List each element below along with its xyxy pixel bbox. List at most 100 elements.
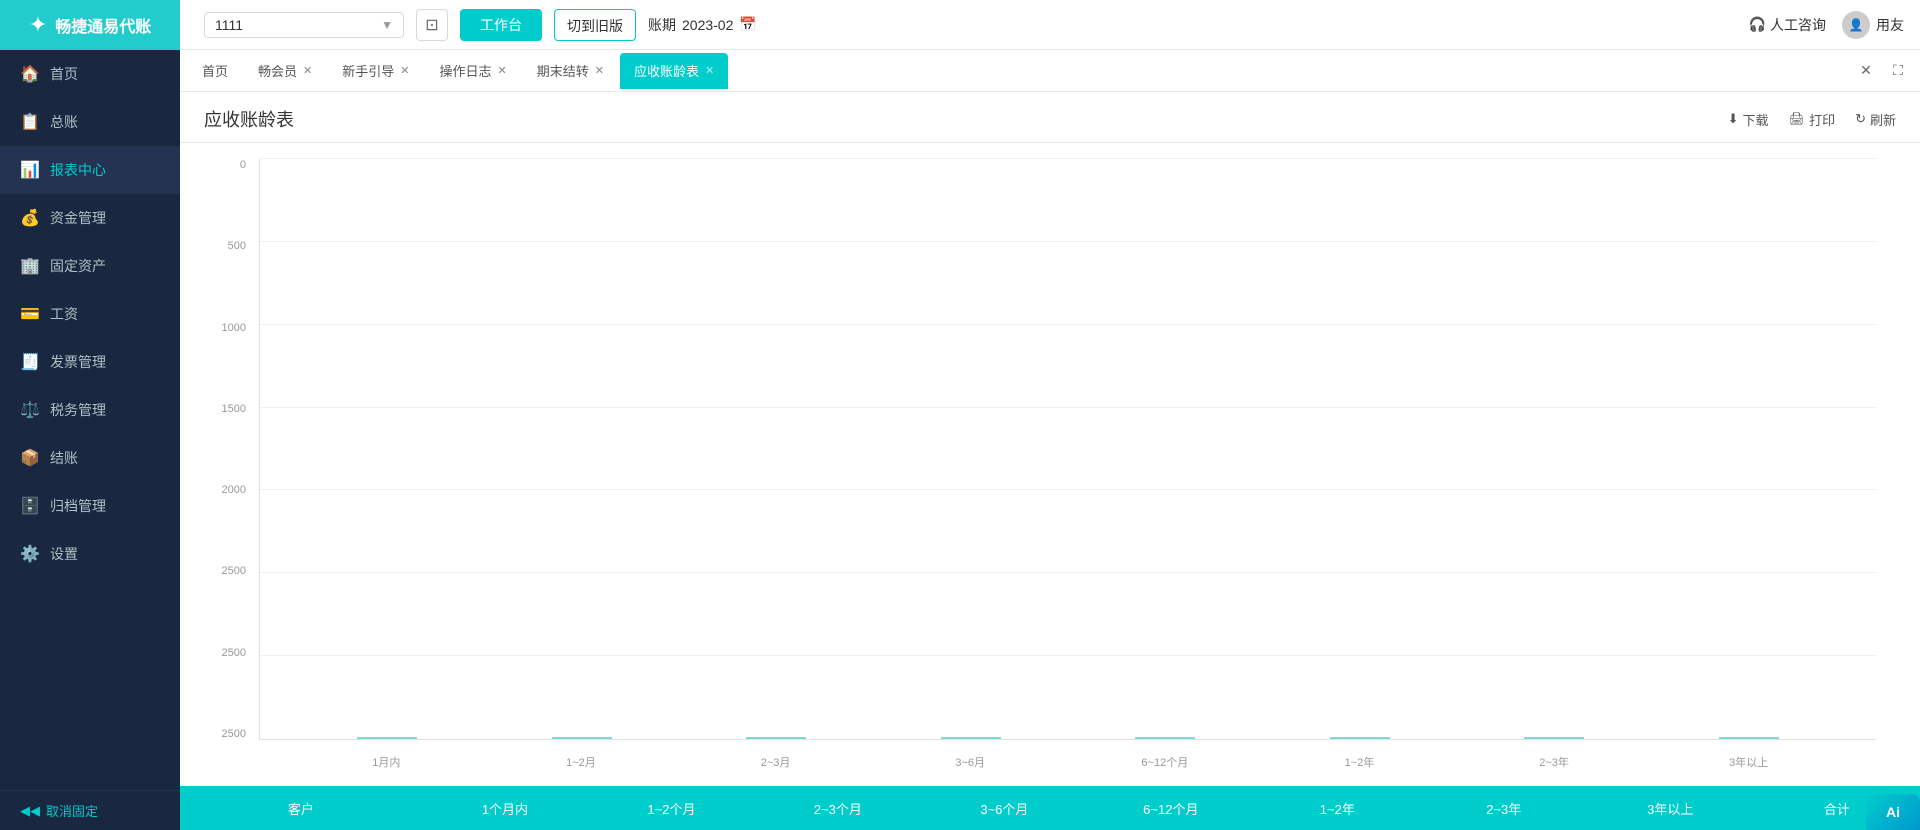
logo-text: 畅捷通易代账 xyxy=(55,13,151,37)
bar-3yr xyxy=(1719,737,1779,739)
content-area: 首页 畅会员 ✕ 新手引导 ✕ 操作日志 ✕ 期末结转 ✕ 应收账龄表 ✕ xyxy=(180,50,1920,830)
sidebar-item-settings[interactable]: ⚙️ 设置 xyxy=(0,530,180,578)
sidebar-item-archive[interactable]: 🗄️ 归档管理 xyxy=(0,482,180,530)
bar-group-1-2 xyxy=(552,737,612,739)
close-all-button[interactable]: ✕ xyxy=(1852,57,1880,85)
sidebar-label-tax: 税务管理 xyxy=(50,400,106,420)
sidebar-scroll: 🏠 首页 📋 总账 📊 报表中心 💰 资金管理 🏢 固定资产 💳 工资 xyxy=(0,50,180,790)
close-icon-period-end[interactable]: ✕ xyxy=(595,64,604,77)
company-name: 1111 xyxy=(215,17,375,33)
y-axis: 2500 2500 2500 2000 1500 1000 500 0 xyxy=(204,159,254,740)
cancel-pin[interactable]: ◀◀ 取消固定 xyxy=(0,790,180,830)
bar-group-3yr xyxy=(1719,737,1779,739)
sidebar-item-invoice[interactable]: 🧾 发票管理 xyxy=(0,338,180,386)
salary-icon: 💳 xyxy=(20,304,40,324)
page-title: 应收账龄表 xyxy=(204,106,294,132)
download-button[interactable]: ⬇ 下载 xyxy=(1728,110,1769,129)
th-1-2m: 1~2个月 xyxy=(588,799,754,818)
checkout-icon: 📦 xyxy=(20,448,40,468)
th-3yr: 3年以上 xyxy=(1587,799,1753,818)
page-content: 应收账龄表 ⬇ 下载 🖨 打印 ↻ 刷新 xyxy=(180,92,1920,830)
invoice-icon: 🧾 xyxy=(20,352,40,372)
y-label-500: 500 xyxy=(204,240,254,252)
company-selector[interactable]: 1111 ▼ xyxy=(204,12,404,38)
print-button[interactable]: 🖨 打印 xyxy=(1789,110,1836,129)
chart-area: 2500 2500 2500 2000 1500 1000 500 0 xyxy=(180,143,1920,786)
bar-3-6 xyxy=(941,737,1001,739)
y-label-2500b: 2500 xyxy=(204,647,254,659)
tab-log[interactable]: 操作日志 ✕ xyxy=(425,53,520,89)
table-header: 客户 1个月内 1~2个月 2~3个月 3~6个月 6~12个月 1~2年 2~… xyxy=(180,786,1920,830)
user-area[interactable]: 👤 用友 xyxy=(1842,11,1904,39)
x-label-1-2yr: 1~2年 xyxy=(1329,745,1389,770)
top-header: ✦ 畅捷通易代账 1111 ▼ ⊡ 工作台 切到旧版 账期 2023-02 📅 … xyxy=(0,0,1920,50)
bar-group-6-12 xyxy=(1135,737,1195,739)
reports-icon: 📊 xyxy=(20,160,40,180)
tab-member[interactable]: 畅会员 ✕ xyxy=(244,53,326,89)
home-icon: 🏠 xyxy=(20,64,40,84)
tab-label-guide: 新手引导 xyxy=(342,61,394,80)
sidebar-item-reports[interactable]: 📊 报表中心 xyxy=(0,146,180,194)
y-label-2500a: 2500 xyxy=(204,565,254,577)
sidebar-item-assets[interactable]: 🏢 固定资产 xyxy=(0,242,180,290)
refresh-label: 刷新 xyxy=(1870,110,1896,129)
tab-period-end[interactable]: 期末结转 ✕ xyxy=(523,53,618,89)
sidebar-item-ledger[interactable]: 📋 总账 xyxy=(0,98,180,146)
tab-bar: 首页 畅会员 ✕ 新手引导 ✕ 操作日志 ✕ 期末结转 ✕ 应收账龄表 ✕ xyxy=(180,50,1920,92)
close-icon-member[interactable]: ✕ xyxy=(303,64,312,77)
sidebar-item-funds[interactable]: 💰 资金管理 xyxy=(0,194,180,242)
refresh-button[interactable]: ↻ 刷新 xyxy=(1855,110,1896,129)
tab-aging[interactable]: 应收账龄表 ✕ xyxy=(620,53,728,89)
period-value: 2023-02 xyxy=(682,17,733,33)
ai-label: Ai xyxy=(1886,804,1900,820)
tab-label-aging: 应收账龄表 xyxy=(634,61,699,80)
x-label-2-3: 2~3月 xyxy=(746,745,806,770)
ledger-icon: 📋 xyxy=(20,112,40,132)
close-icon-log[interactable]: ✕ xyxy=(498,64,507,77)
main-layout: 🏠 首页 📋 总账 📊 报表中心 💰 资金管理 🏢 固定资产 💳 工资 xyxy=(0,50,1920,830)
dropdown-icon: ▼ xyxy=(381,18,393,32)
bar-group-2-3 xyxy=(746,737,806,739)
sidebar-label-invoice: 发票管理 xyxy=(50,352,106,372)
bar-group-jan xyxy=(357,737,417,739)
x-label-1-2: 1~2月 xyxy=(551,745,611,770)
bar-6-12 xyxy=(1135,737,1195,739)
x-label-3-6: 3~6月 xyxy=(940,745,1000,770)
calendar-icon[interactable]: 📅 xyxy=(739,16,756,33)
bar-1-2yr xyxy=(1330,737,1390,739)
sidebar-item-salary[interactable]: 💳 工资 xyxy=(0,290,180,338)
tab-actions: ✕ ⛶ xyxy=(1852,57,1912,85)
consult-label: 人工咨询 xyxy=(1770,15,1826,35)
bar-jan xyxy=(357,737,417,739)
tab-home[interactable]: 首页 xyxy=(188,53,242,89)
tab-guide[interactable]: 新手引导 ✕ xyxy=(328,53,423,89)
copy-icon: ⊡ xyxy=(425,15,438,35)
th-6-12m: 6~12个月 xyxy=(1088,799,1254,818)
assets-icon: 🏢 xyxy=(20,256,40,276)
print-label: 打印 xyxy=(1809,110,1835,129)
sidebar-label-checkout: 结账 xyxy=(50,448,78,468)
consult-button[interactable]: 🎧 人工咨询 xyxy=(1749,15,1826,35)
sidebar-item-home[interactable]: 🏠 首页 xyxy=(0,50,180,98)
switch-button[interactable]: 切到旧版 xyxy=(554,9,636,41)
expand-button[interactable]: ⛶ xyxy=(1884,57,1912,85)
print-icon: 🖨 xyxy=(1789,111,1806,127)
th-2-3yr: 2~3年 xyxy=(1421,799,1587,818)
period-label: 账期 xyxy=(648,15,676,35)
sidebar-item-tax[interactable]: ⚖️ 税务管理 xyxy=(0,386,180,434)
x-label-6-12: 6~12个月 xyxy=(1135,745,1195,770)
workbench-button[interactable]: 工作台 xyxy=(460,9,542,41)
sidebar-item-checkout[interactable]: 📦 结账 xyxy=(0,434,180,482)
tax-icon: ⚖️ xyxy=(20,400,40,420)
copy-button[interactable]: ⊡ xyxy=(416,9,448,41)
cancel-pin-label: 取消固定 xyxy=(46,801,98,820)
close-icon-aging[interactable]: ✕ xyxy=(705,64,714,77)
ai-bubble[interactable]: Ai xyxy=(1866,794,1920,830)
tab-label-member: 畅会员 xyxy=(258,61,297,80)
y-label-0: 0 xyxy=(204,159,254,171)
th-3-6m: 3~6个月 xyxy=(921,799,1087,818)
close-icon-guide[interactable]: ✕ xyxy=(400,64,409,77)
x-labels: 1月内 1~2月 2~3月 3~6月 6~12个月 1~2年 2~3年 3年以上 xyxy=(259,745,1876,770)
header-right: 🎧 人工咨询 👤 用友 xyxy=(1749,11,1904,39)
x-label-2-3yr: 2~3年 xyxy=(1524,745,1584,770)
